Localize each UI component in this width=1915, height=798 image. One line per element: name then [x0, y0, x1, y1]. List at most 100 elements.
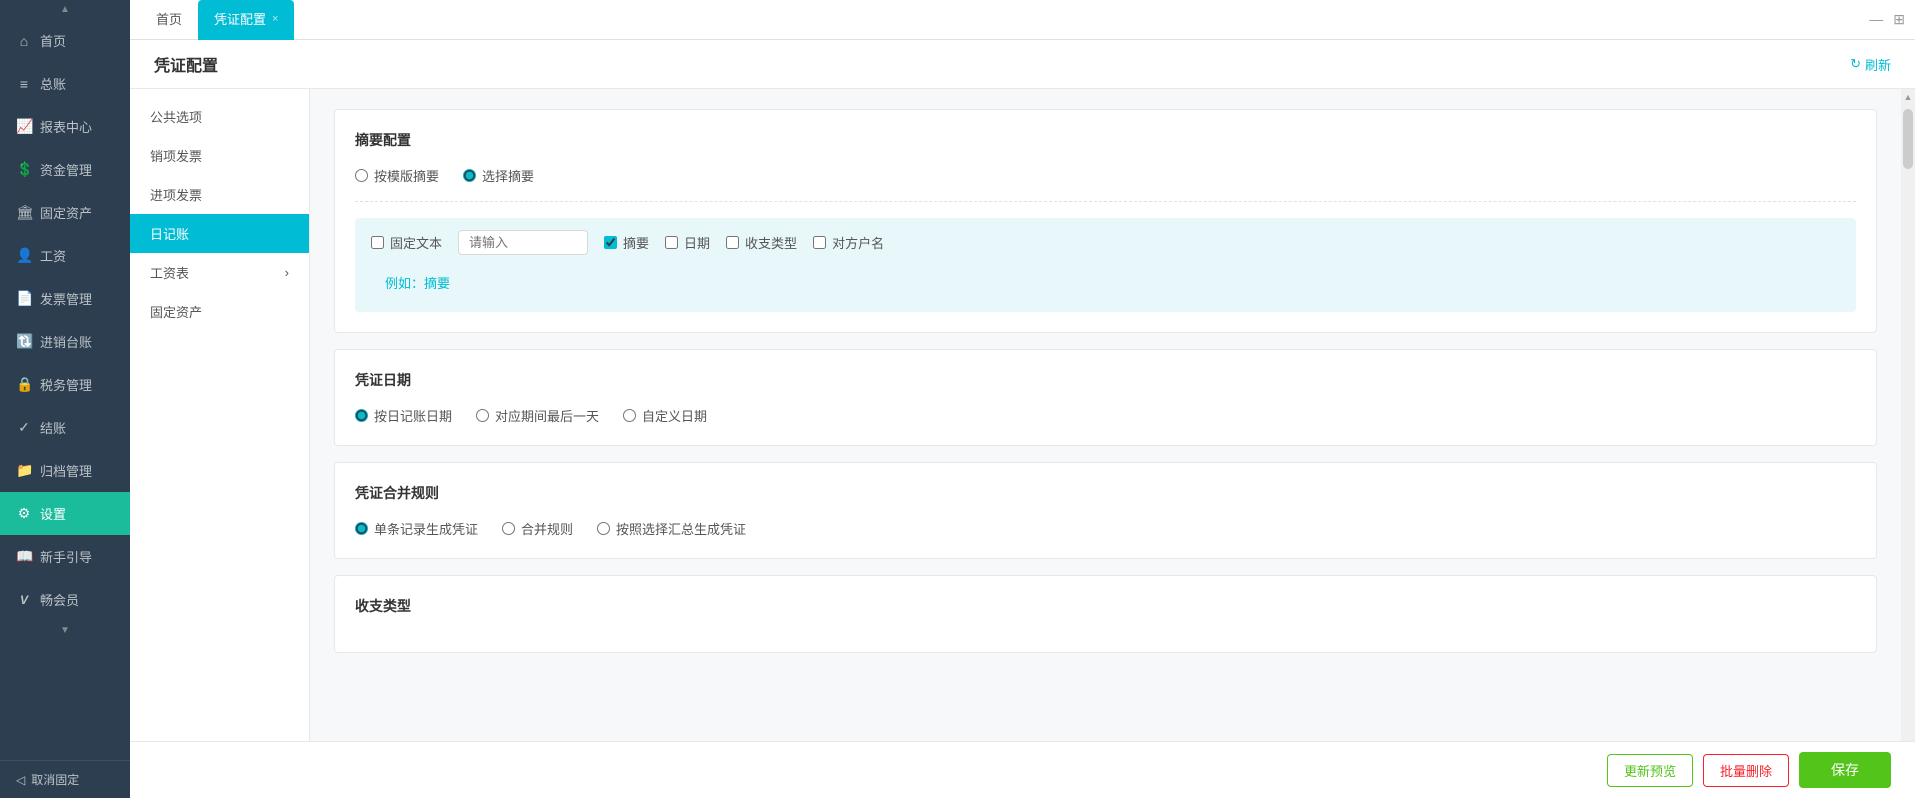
home-icon: ⌂ [16, 33, 32, 49]
abstract-config-title: 摘要配置 [355, 130, 1856, 150]
fund-icon: 💲 [16, 161, 32, 178]
sidebar-item-report[interactable]: 📈 报表中心 [0, 105, 130, 148]
sidebar-item-tax[interactable]: 🔒 税务管理 [0, 363, 130, 406]
sidebar-item-fund[interactable]: 💲 资金管理 [0, 148, 130, 191]
tab-actions: — ⊞ [1869, 11, 1905, 28]
abstract-radio-group: 按模版摘要 选择摘要 [355, 166, 1856, 185]
radio-journal-date-input[interactable] [355, 409, 368, 422]
sub-sidebar-item-sales[interactable]: 销项发票 [130, 136, 309, 175]
checkbox-counterparty-input[interactable] [813, 236, 826, 249]
checkbox-abstract-label[interactable]: 摘要 [604, 233, 649, 252]
sidebar: ▲ ⌂ 首页 ≡ 总账 📈 报表中心 💲 资金管理 🏛 固定资产 👤 工资 📄 … [0, 0, 130, 798]
sub-sidebar-item-salary-table[interactable]: 工资表 › [130, 253, 309, 292]
page-title: 凭证配置 [154, 52, 218, 76]
income-type-section: 收支类型 [334, 575, 1877, 653]
radio-journal-date-label[interactable]: 按日记账日期 [355, 406, 452, 425]
sidebar-scroll-up[interactable]: ▲ [0, 0, 130, 19]
radio-single-label[interactable]: 单条记录生成凭证 [355, 519, 478, 538]
ledger-icon: ≡ [16, 76, 32, 92]
radio-last-day-label[interactable]: 对应期间最后一天 [476, 406, 599, 425]
fixed-text-input[interactable] [458, 230, 588, 255]
checkbox-counterparty-label[interactable]: 对方户名 [813, 233, 884, 252]
sidebar-item-home[interactable]: ⌂ 首页 [0, 19, 130, 62]
tax-icon: 🔒 [16, 376, 32, 393]
checkbox-income-type-input[interactable] [726, 236, 739, 249]
sidebar-item-settle[interactable]: ✓ 结账 [0, 406, 130, 449]
sidebar-item-ledger[interactable]: ≡ 总账 [0, 62, 130, 105]
salary-icon: 👤 [16, 247, 32, 264]
sub-sidebar-item-purchase-inv[interactable]: 进项发票 [130, 175, 309, 214]
scrollbar-track: ▲ [1901, 89, 1915, 741]
guide-icon: 📖 [16, 548, 32, 565]
checkbox-abstract-input[interactable] [604, 236, 617, 249]
radio-select-input[interactable] [463, 169, 476, 182]
sidebar-item-purchase[interactable]: 🔃 进销台账 [0, 320, 130, 363]
abstract-config-section: 摘要配置 按模版摘要 选择摘要 [334, 109, 1877, 333]
bottom-bar: 更新预览 批量删除 保存 [130, 741, 1915, 798]
refresh-icon: ↻ [1850, 56, 1861, 72]
checkbox-fixed-text-input[interactable] [371, 236, 384, 249]
sidebar-item-archive[interactable]: 📁 归档管理 [0, 449, 130, 492]
radio-merge-input[interactable] [502, 522, 515, 535]
divider-1 [355, 201, 1856, 202]
sidebar-item-vip[interactable]: V 畅会员 [0, 578, 130, 621]
sidebar-item-salary[interactable]: 👤 工资 [0, 234, 130, 277]
scrollbar-thumb[interactable] [1903, 109, 1913, 169]
sidebar-item-asset[interactable]: 🏛 固定资产 [0, 191, 130, 234]
checkbox-income-type-label[interactable]: 收支类型 [726, 233, 797, 252]
scroll-up-arrow[interactable]: ▲ [1901, 89, 1915, 105]
checkbox-fixed-text-label[interactable]: 固定文本 [371, 233, 442, 252]
select-abstract-panel: 固定文本 摘要 日期 [355, 218, 1856, 312]
radio-template-input[interactable] [355, 169, 368, 182]
radio-single-input[interactable] [355, 522, 368, 535]
save-button[interactable]: 保存 [1799, 752, 1891, 788]
window-minimize-icon[interactable]: — [1869, 11, 1883, 28]
radio-template-label[interactable]: 按模版摘要 [355, 166, 439, 185]
report-icon: 📈 [16, 118, 32, 135]
main-content: 摘要配置 按模版摘要 选择摘要 [310, 89, 1901, 741]
voucher-date-title: 凭证日期 [355, 370, 1856, 390]
inner-layout: 公共选项 销项发票 进项发票 日记账 工资表 › 固定资产 [130, 89, 1915, 741]
sidebar-item-settings[interactable]: ⚙ 设置 [0, 492, 130, 535]
sidebar-scroll-down[interactable]: ▼ [0, 621, 130, 640]
sub-sidebar-item-fixed-asset[interactable]: 固定资产 [130, 292, 309, 331]
page-wrapper: 凭证配置 ↻ 刷新 公共选项 销项发票 进项发票 日记账 [130, 40, 1915, 798]
radio-custom-date-input[interactable] [623, 409, 636, 422]
cancel-pin-button[interactable]: ◁ 取消固定 [0, 760, 130, 798]
radio-last-day-input[interactable] [476, 409, 489, 422]
checkbox-date-label[interactable]: 日期 [665, 233, 710, 252]
page-header: 凭证配置 ↻ 刷新 [130, 40, 1915, 89]
radio-batch-label[interactable]: 按照选择汇总生成凭证 [597, 519, 746, 538]
sidebar-item-invoice[interactable]: 📄 发票管理 [0, 277, 130, 320]
tab-close-icon[interactable]: × [272, 13, 278, 25]
refresh-button[interactable]: ↻ 刷新 [1850, 55, 1891, 74]
checkbox-date-input[interactable] [665, 236, 678, 249]
update-preview-button[interactable]: 更新预览 [1607, 754, 1693, 787]
merge-rules-section: 凭证合并规则 单条记录生成凭证 合并规则 按照选择汇总生成凭证 [334, 462, 1877, 559]
sub-sidebar: 公共选项 销项发票 进项发票 日记账 工资表 › 固定资产 [130, 89, 310, 741]
preview-area: 例如：摘要 [371, 265, 1840, 300]
asset-icon: 🏛 [16, 204, 32, 221]
checkbox-row: 固定文本 摘要 日期 [371, 230, 1840, 255]
settings-icon: ⚙ [16, 505, 32, 522]
tab-home[interactable]: 首页 [140, 0, 198, 40]
archive-icon: 📁 [16, 462, 32, 479]
chevron-down-icon: › [285, 265, 289, 280]
vip-icon: V [16, 593, 32, 607]
sidebar-item-guide[interactable]: 📖 新手引导 [0, 535, 130, 578]
tab-voucher-config[interactable]: 凭证配置 × [198, 0, 294, 40]
batch-delete-button[interactable]: 批量删除 [1703, 754, 1789, 787]
radio-custom-date-label[interactable]: 自定义日期 [623, 406, 707, 425]
sub-sidebar-item-journal[interactable]: 日记账 [130, 214, 309, 253]
main-area: 首页 凭证配置 × — ⊞ 凭证配置 ↻ 刷新 公共选项 [130, 0, 1915, 798]
settle-icon: ✓ [16, 419, 32, 436]
invoice-icon: 📄 [16, 290, 32, 307]
window-restore-icon[interactable]: ⊞ [1893, 11, 1905, 28]
voucher-date-section: 凭证日期 按日记账日期 对应期间最后一天 自定义日期 [334, 349, 1877, 446]
income-type-title: 收支类型 [355, 596, 1856, 616]
radio-merge-label[interactable]: 合并规则 [502, 519, 573, 538]
radio-batch-input[interactable] [597, 522, 610, 535]
radio-select-label[interactable]: 选择摘要 [463, 166, 534, 185]
sub-sidebar-item-public[interactable]: 公共选项 [130, 97, 309, 136]
merge-rules-radio-group: 单条记录生成凭证 合并规则 按照选择汇总生成凭证 [355, 519, 1856, 538]
